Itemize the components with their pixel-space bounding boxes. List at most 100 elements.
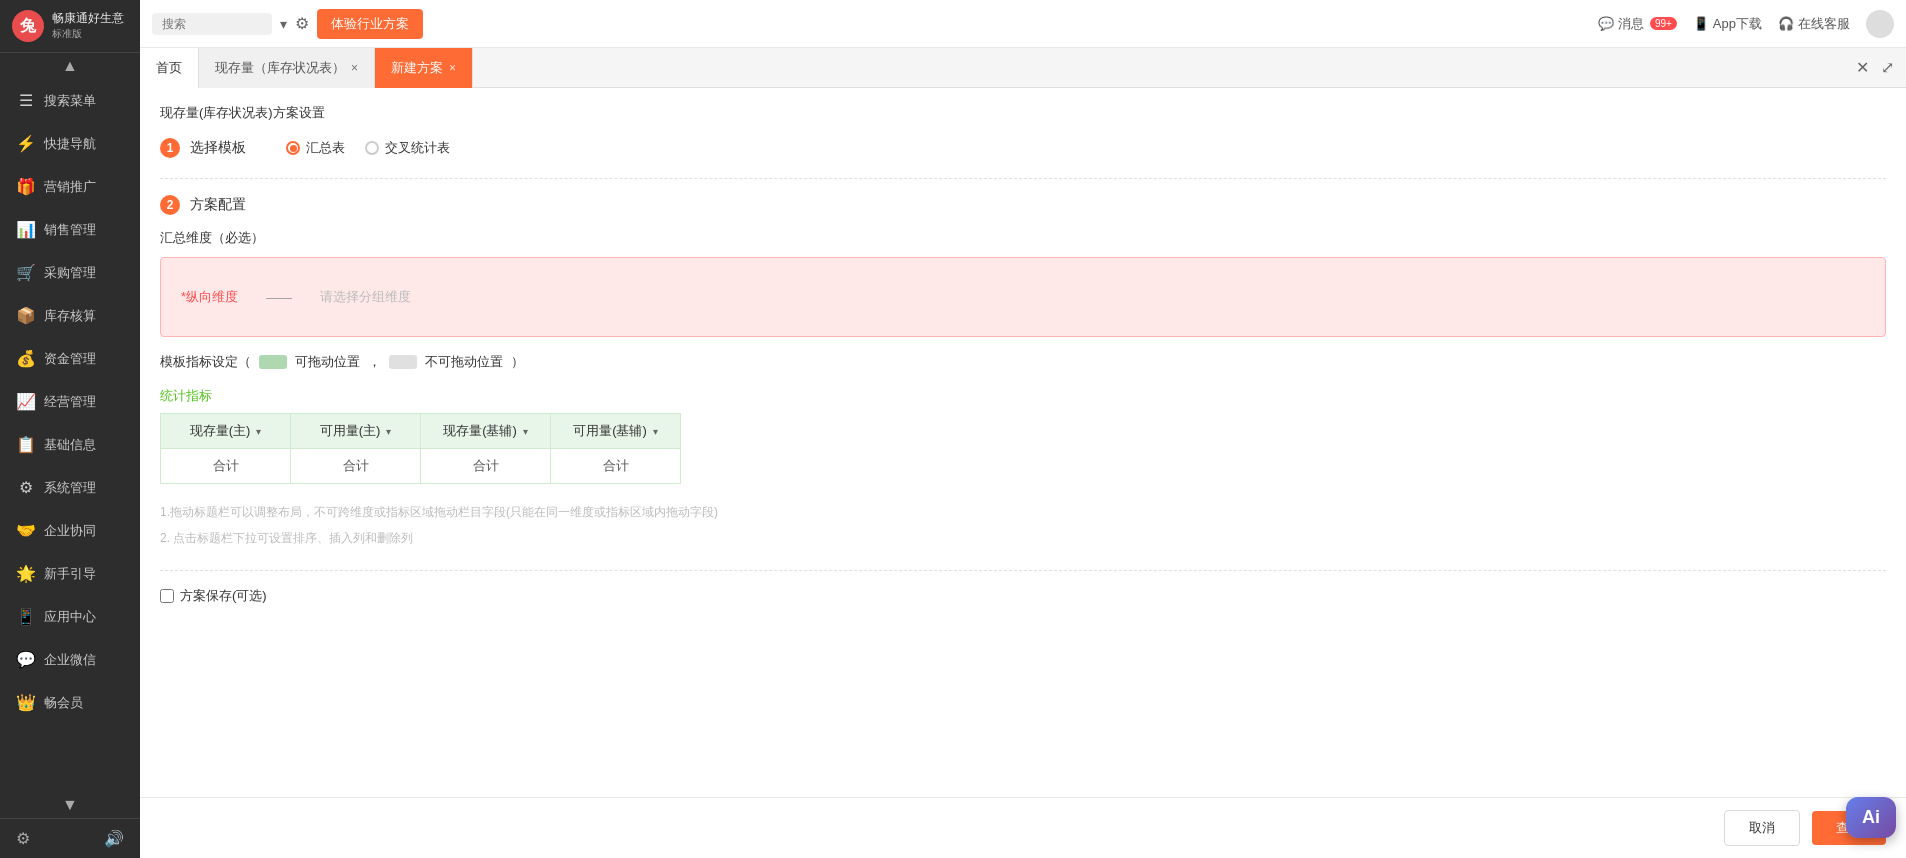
radio-summary-label: 汇总表 [306, 139, 345, 157]
radio-cross-label: 交叉统计表 [385, 139, 450, 157]
newbie-icon: 🌟 [16, 564, 36, 583]
col-chevron-available-main[interactable]: ▾ [386, 426, 391, 437]
dimension-box[interactable]: *纵向维度 —— 请选择分组维度 [160, 257, 1886, 337]
basic-info-icon: 📋 [16, 435, 36, 454]
sidebar-item-label: 采购管理 [44, 264, 96, 282]
enterprise-icon: 🤝 [16, 521, 36, 540]
col-header-available-main: 可用量(主) ▾ [291, 414, 421, 449]
headset-icon: 🎧 [1778, 16, 1794, 31]
tabbar: 首页 现存量（库存状况表） × 新建方案 × ✕ ⤢ [140, 48, 1906, 88]
sidebar-item-wechat[interactable]: 💬 企业微信 [0, 638, 140, 681]
sidebar-item-quick-nav[interactable]: ⚡ 快捷导航 [0, 122, 140, 165]
movable-badge [259, 355, 287, 369]
col-label-current-main: 现存量(主) [190, 422, 251, 440]
gear-button[interactable]: ⚙ [295, 14, 309, 33]
sidebar-item-purchase[interactable]: 🛒 采购管理 [0, 251, 140, 294]
message-btn[interactable]: 💬 消息 99+ [1598, 15, 1677, 33]
tab-new-plan-close[interactable]: × [449, 61, 456, 75]
dimension-sep: —— [266, 290, 292, 305]
sidebar-item-label: 库存核算 [44, 307, 96, 325]
cell-summary-available-aux: 合计 [551, 449, 681, 484]
stats-header-row: 现存量(主) ▾ 可用量(主) ▾ [161, 414, 681, 449]
sidebar-item-sales[interactable]: 📊 销售管理 [0, 208, 140, 251]
sidebar-item-label: 搜索菜单 [44, 92, 96, 110]
sidebar-item-finance[interactable]: 💰 资金管理 [0, 337, 140, 380]
online-service-btn[interactable]: 🎧 在线客服 [1778, 15, 1850, 33]
app-center-icon: 📱 [16, 607, 36, 626]
sidebar-logo: 兔 畅康通好生意 标准版 [0, 0, 140, 53]
indicator-label-prefix: 模板指标设定（ [160, 353, 251, 371]
system-icon: ⚙ [16, 478, 36, 497]
inventory-icon: 📦 [16, 306, 36, 325]
col-chevron-current-main[interactable]: ▾ [256, 426, 261, 437]
industry-btn[interactable]: 体验行业方案 [317, 9, 423, 39]
save-checkbox[interactable] [160, 589, 174, 603]
sidebar-item-app-center[interactable]: 📱 应用中心 [0, 595, 140, 638]
sidebar-item-operation[interactable]: 📈 经营管理 [0, 380, 140, 423]
phone-icon: 📱 [1693, 16, 1709, 31]
user-avatar[interactable] [1866, 10, 1894, 38]
panel-expand-btn[interactable]: ⤢ [1877, 54, 1898, 81]
radio-cross[interactable]: 交叉统计表 [365, 139, 450, 157]
sidebar-item-system[interactable]: ⚙ 系统管理 [0, 466, 140, 509]
logo-text: 畅康通好生意 标准版 [52, 11, 124, 41]
col-chevron-current-aux[interactable]: ▾ [523, 426, 528, 437]
message-icon: 💬 [1598, 16, 1614, 31]
quick-nav-icon: ⚡ [16, 134, 36, 153]
footer: 取消 查询 [140, 797, 1906, 858]
ai-float-button[interactable]: Ai [1846, 797, 1896, 838]
dimension-label: 汇总维度（必选） [160, 229, 1886, 247]
purchase-icon: 🛒 [16, 263, 36, 282]
col-label-available-aux: 可用量(基辅) [573, 422, 647, 440]
tab-inventory-status[interactable]: 现存量（库存状况表） × [199, 48, 375, 88]
cell-summary-available-main: 合计 [291, 449, 421, 484]
step1-number: 1 [160, 138, 180, 158]
sidebar-item-inventory[interactable]: 📦 库存核算 [0, 294, 140, 337]
step2-section: 2 方案配置 汇总维度（必选） *纵向维度 —— 请选择分组维度 模板指标设定（… [160, 195, 1886, 550]
sidebar-scroll-up[interactable]: ▲ [0, 53, 140, 79]
panel-close-btn[interactable]: ✕ [1852, 54, 1873, 81]
tab-new-plan[interactable]: 新建方案 × [375, 48, 473, 88]
sidebar-nav: ☰ 搜索菜单 ⚡ 快捷导航 🎁 营销推广 📊 销售管理 🛒 采购管理 📦 库存核… [0, 79, 140, 792]
audio-icon[interactable]: 🔊 [104, 829, 124, 848]
col-header-current-aux: 现存量(基辅) ▾ [421, 414, 551, 449]
sidebar-item-label: 畅会员 [44, 694, 83, 712]
topbar: ▾ ⚙ 体验行业方案 💬 消息 99+ 📱 App下载 🎧 在线客服 [140, 0, 1906, 48]
sidebar-item-label: 企业协同 [44, 522, 96, 540]
sidebar: 兔 畅康通好生意 标准版 ▲ ☰ 搜索菜单 ⚡ 快捷导航 🎁 营销推广 📊 销售… [0, 0, 140, 858]
tab-home[interactable]: 首页 [140, 48, 199, 88]
radio-cross-circle [365, 141, 379, 155]
message-badge: 99+ [1650, 17, 1677, 30]
marketing-icon: 🎁 [16, 177, 36, 196]
save-label: 方案保存(可选) [180, 587, 267, 605]
divider-2 [160, 570, 1886, 571]
sidebar-item-basic-info[interactable]: 📋 基础信息 [0, 423, 140, 466]
col-label-available-main: 可用量(主) [320, 422, 381, 440]
col-chevron-available-aux[interactable]: ▾ [653, 426, 658, 437]
app-download-btn[interactable]: 📱 App下载 [1693, 15, 1762, 33]
indicator-fixed-label: 不可拖动位置 [425, 353, 503, 371]
dimension-placeholder: 请选择分组维度 [320, 288, 411, 306]
settings-icon[interactable]: ⚙ [16, 829, 30, 848]
sidebar-item-member[interactable]: 👑 畅会员 [0, 681, 140, 724]
sidebar-item-search-menu[interactable]: ☰ 搜索菜单 [0, 79, 140, 122]
sidebar-item-newbie[interactable]: 🌟 新手引导 [0, 552, 140, 595]
divider-1 [160, 178, 1886, 179]
sales-icon: 📊 [16, 220, 36, 239]
finance-icon: 💰 [16, 349, 36, 368]
stats-section: 统计指标 现存量(主) ▾ 可用量 [160, 387, 1886, 484]
cell-summary-current-aux: 合计 [421, 449, 551, 484]
search-input[interactable] [152, 13, 272, 35]
sidebar-item-marketing[interactable]: 🎁 营销推广 [0, 165, 140, 208]
indicator-settings: 模板指标设定（ 可拖动位置 ， 不可拖动位置 ） [160, 353, 1886, 371]
sidebar-scroll-down[interactable]: ▼ [0, 792, 140, 818]
dimension-required: *纵向维度 [181, 288, 238, 306]
sidebar-item-enterprise[interactable]: 🤝 企业协同 [0, 509, 140, 552]
tab-inventory-close[interactable]: × [351, 61, 358, 75]
stats-table: 现存量(主) ▾ 可用量(主) ▾ [160, 413, 681, 484]
dropdown-button[interactable]: ▾ [280, 16, 287, 32]
cancel-button[interactable]: 取消 [1724, 810, 1800, 846]
sidebar-item-label: 资金管理 [44, 350, 96, 368]
col-label-current-aux: 现存量(基辅) [443, 422, 517, 440]
radio-summary[interactable]: 汇总表 [286, 139, 345, 157]
